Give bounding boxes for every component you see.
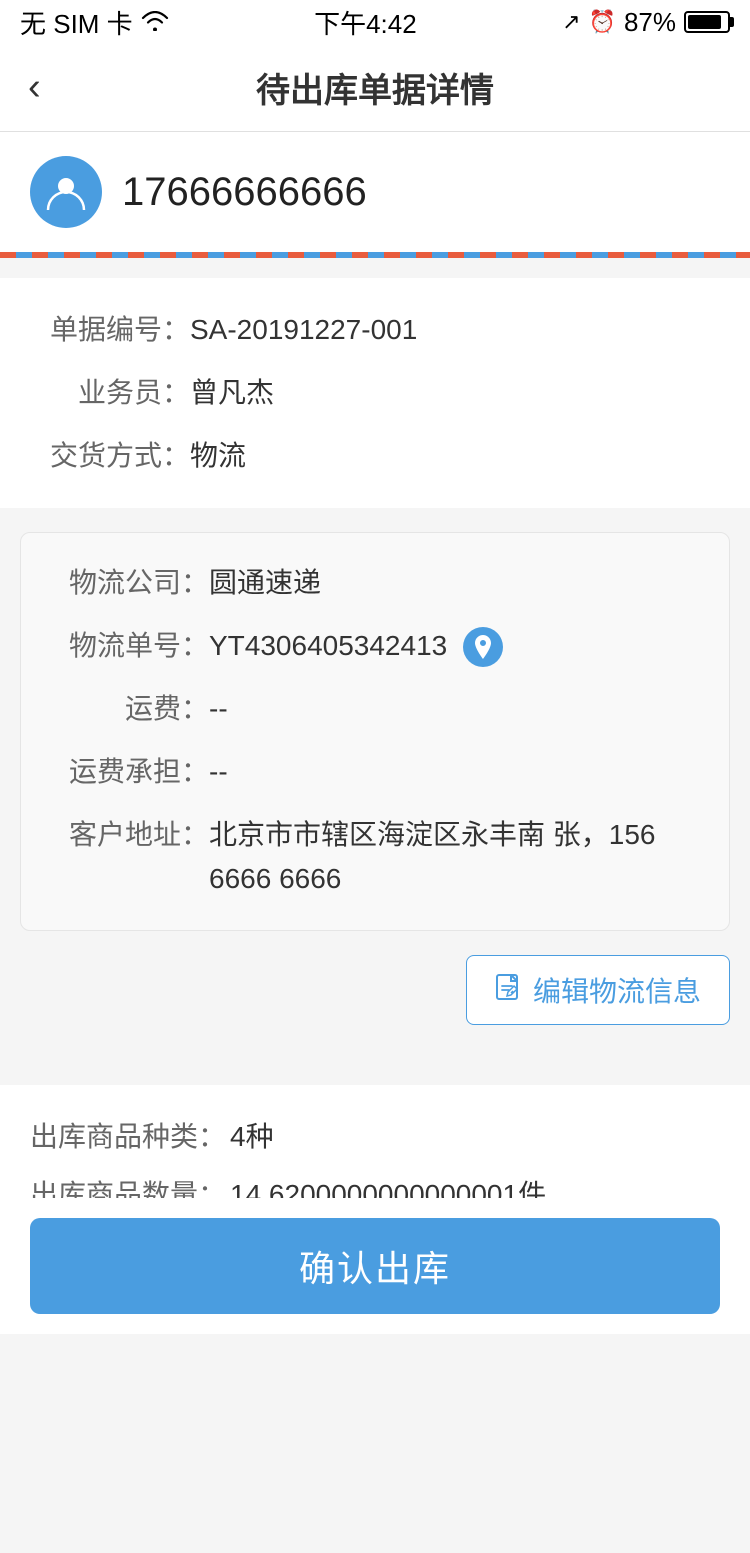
salesman-row: 业务员： 曾凡杰 [30,371,720,416]
dashed-divider [0,252,750,258]
page-title: 待出库单据详情 [256,63,494,112]
address-label: 客户地址： [49,813,209,858]
salesman-label: 业务员： [30,371,190,416]
alarm-icon: ⏰ [589,9,616,35]
salesman-value: 曾凡杰 [190,371,720,416]
logistics-tracking-label: 物流单号： [49,624,209,669]
freight-value: -- [209,687,701,732]
delivery-label: 交货方式： [30,434,190,479]
freight-bearer-row: 运费承担： -- [49,750,701,795]
order-number-label: 单据编号： [30,308,190,353]
user-avatar [30,156,102,228]
battery-percent: 87% [624,7,676,38]
carrier-text: 无 SIM 卡 [20,4,133,41]
address-value: 北京市市辖区海淀区永丰南 张，156 6666 6666 [209,813,701,903]
freight-bearer-value: -- [209,750,701,795]
status-left: 无 SIM 卡 [20,4,169,41]
delivery-row: 交货方式： 物流 [30,434,720,479]
user-phone: 17666666666 [122,170,367,215]
order-number-row: 单据编号： SA-20191227-001 [30,308,720,353]
tracking-location-icon[interactable] [463,627,503,667]
empty-area [0,1353,750,1553]
nav-bar: ‹ 待出库单据详情 [0,44,750,132]
freight-bearer-label: 运费承担： [49,750,209,795]
confirm-btn-container: 确认出库 [0,1198,750,1334]
logistics-tracking-value: YT43064053424​13 [209,624,701,669]
order-info-section: 单据编号： SA-20191227-001 业务员： 曾凡杰 交货方式： 物流 [0,278,750,508]
status-right: ↗ ⏰ 87% [562,7,730,38]
back-button[interactable]: ‹ [28,66,41,109]
logistics-company-label: 物流公司： [49,561,209,606]
status-bar: 无 SIM 卡 下午4:42 ↗ ⏰ 87% [0,0,750,44]
edit-logistics-label: 编辑物流信息 [533,970,701,1010]
logistics-company-value: 圆通速递 [209,561,701,606]
edit-logistics-button[interactable]: 编辑物流信息 [466,955,730,1025]
freight-row: 运费： -- [49,687,701,732]
edit-icon [495,973,523,1008]
user-section: 17666666666 [0,132,750,252]
section-divider [0,1045,750,1065]
goods-types-label: 出库商品种类： [30,1115,230,1155]
logistics-card: 物流公司： 圆通速递 物流单号： YT43064053424​13 运费： --… [20,532,730,931]
battery-icon [684,11,730,33]
freight-label: 运费： [49,687,209,732]
order-number-value: SA-20191227-001 [190,308,720,353]
time-text: 下午4:42 [314,4,417,41]
delivery-value: 物流 [190,434,720,479]
address-row: 客户地址： 北京市市辖区海淀区永丰南 张，156 6666 6666 [49,813,701,903]
edit-btn-row: 编辑物流信息 [0,955,750,1045]
goods-types-row: 出库商品种类： 4种 [30,1115,720,1155]
location-icon: ↗ [562,9,580,35]
goods-types-value: 4种 [230,1115,274,1155]
confirm-button[interactable]: 确认出库 [30,1218,720,1314]
logistics-company-row: 物流公司： 圆通速递 [49,561,701,606]
wifi-icon [141,7,169,38]
logistics-tracking-row: 物流单号： YT43064053424​13 [49,624,701,669]
